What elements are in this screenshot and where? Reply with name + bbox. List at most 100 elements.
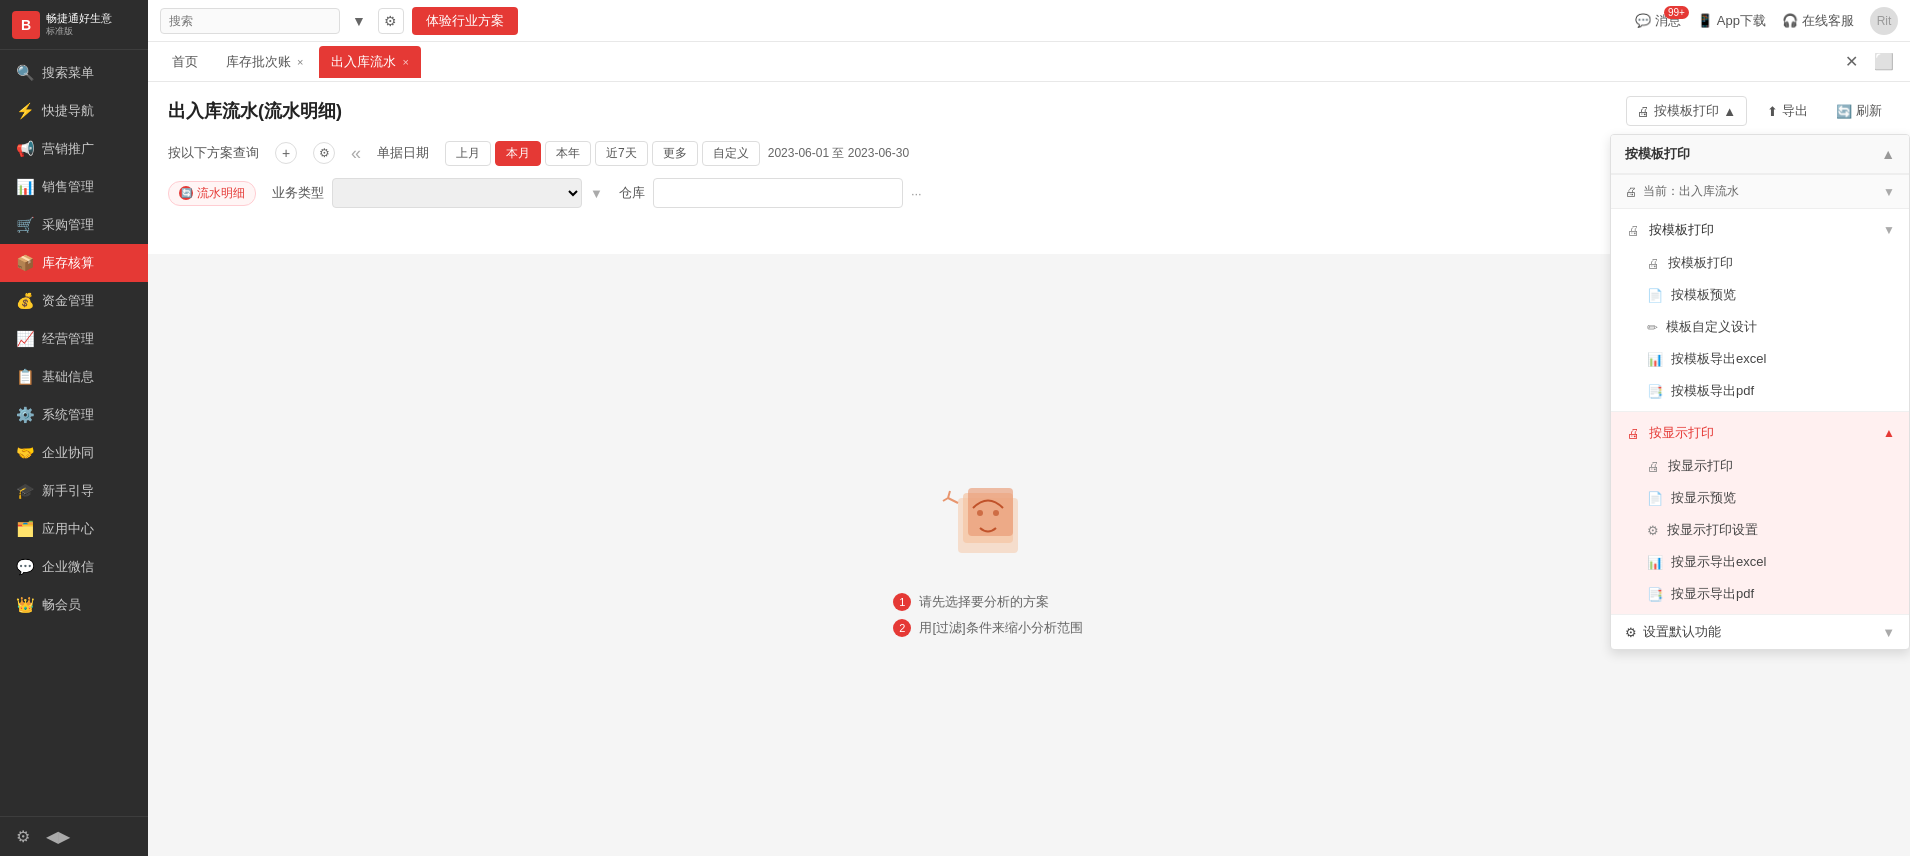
display-excel-sub[interactable]: 📊 按显示导出excel: [1611, 546, 1909, 578]
display-print-label: 按显示打印: [1649, 424, 1714, 442]
dropdown-collapse-btn[interactable]: ▲: [1881, 146, 1895, 162]
sidebar-item-system[interactable]: ⚙️系统管理: [0, 396, 148, 434]
template-pdf-sub[interactable]: 📑 按模板导出pdf: [1611, 375, 1909, 407]
content-area: 出入库流水(流水明细) 🖨 按模板打印 ▲ ⬆ 导出 🔄 刷新: [148, 82, 1910, 856]
date-btn-上月[interactable]: 上月: [445, 141, 491, 166]
tip-number-1: 1: [893, 593, 911, 611]
empty-tip-1: 1 请先选择要分析的方案: [893, 593, 1082, 611]
date-btn-近7天[interactable]: 近7天: [595, 141, 648, 166]
date-btn-更多[interactable]: 更多: [652, 141, 698, 166]
template-custom-sub[interactable]: ✏ 模板自定义设计: [1611, 311, 1909, 343]
sidebar-icon-purchase: 🛒: [16, 216, 34, 234]
print-template-btn[interactable]: 🖨 按模板打印 ▲: [1626, 96, 1747, 126]
date-btn-本年[interactable]: 本年: [545, 141, 591, 166]
warehouse-more-icon[interactable]: ···: [911, 186, 922, 201]
sidebar-item-wechat[interactable]: 💬企业微信: [0, 548, 148, 586]
tab-close-inout-flow[interactable]: ×: [402, 56, 408, 68]
topbar-settings-btn[interactable]: ⚙: [378, 8, 404, 34]
tab-close-batch-account[interactable]: ×: [297, 56, 303, 68]
display-print-settings-sub[interactable]: ⚙ 按显示打印设置: [1611, 514, 1909, 546]
template-excel-label: 按模板导出excel: [1671, 350, 1766, 368]
display-preview-label: 按显示预览: [1671, 489, 1736, 507]
sidebar-item-member[interactable]: 👑 畅会员: [0, 586, 148, 624]
app-logo: B 畅捷通好生意 标准版: [0, 0, 148, 50]
sidebar-item-search[interactable]: 🔍搜索菜单: [0, 54, 148, 92]
tab-inout-flow[interactable]: 出入库流水×: [319, 46, 420, 78]
date-btn-自定义[interactable]: 自定义: [702, 141, 760, 166]
user-avatar[interactable]: Rit: [1870, 7, 1898, 35]
sidebar-item-guide[interactable]: 🎓新手引导: [0, 472, 148, 510]
warehouse-input[interactable]: [653, 178, 903, 208]
sidebar-item-quick-nav[interactable]: ⚡快捷导航: [0, 92, 148, 130]
template-excel-sub[interactable]: 📊 按模板导出excel: [1611, 343, 1909, 375]
sidebar: B 畅捷通好生意 标准版 🔍搜索菜单⚡快捷导航📢营销推广📊销售管理 🛒 采购管理 📦库…: [0, 0, 148, 856]
template-print-arrow: ▼: [1883, 223, 1895, 237]
sidebar-label-purchase: 采购管理: [42, 216, 94, 234]
sidebar-label-enterprise: 企业协同: [42, 444, 94, 462]
dropdown-footer[interactable]: ⚙ 设置默认功能 ▼: [1611, 615, 1909, 649]
collapse-icon[interactable]: ◀▶: [46, 827, 70, 846]
logo-sub: 标准版: [46, 25, 112, 38]
template-print-title: 🖨 按模板打印: [1625, 221, 1714, 239]
tab-home[interactable]: 首页: [160, 46, 210, 78]
filter-collapse-icon[interactable]: «: [351, 143, 361, 164]
trial-btn[interactable]: 体验行业方案: [412, 7, 518, 35]
sidebar-icon-finance: 💰: [16, 292, 34, 310]
footer-arrow: ▼: [1882, 625, 1895, 640]
sidebar-item-sales[interactable]: 📊销售管理: [0, 168, 148, 206]
customer-service-btn[interactable]: 🎧 在线客服: [1782, 12, 1854, 30]
display-print-sub[interactable]: 🖨 按显示打印: [1611, 450, 1909, 482]
warehouse-label: 仓库: [619, 184, 645, 202]
template-preview-sub[interactable]: 📄 按模板预览: [1611, 279, 1909, 311]
maximize-btn[interactable]: ⬜: [1870, 50, 1898, 73]
svg-line-5: [948, 498, 958, 503]
filter-tag[interactable]: 🔄 流水明细: [168, 181, 256, 206]
sidebar-item-operation[interactable]: 📈经营管理: [0, 320, 148, 358]
sidebar-icon-search: 🔍: [16, 64, 34, 82]
sidebar-item-finance[interactable]: 💰资金管理: [0, 282, 148, 320]
display-print-title: 🖨 按显示打印: [1625, 424, 1714, 442]
refresh-btn[interactable]: 🔄 刷新: [1828, 97, 1890, 125]
display-print-sub-label: 按显示打印: [1668, 457, 1733, 475]
notification-btn[interactable]: 💬 消息 99+: [1635, 12, 1681, 30]
template-printer-icon: 🖨: [1625, 222, 1641, 238]
sidebar-icon-guide: 🎓: [16, 482, 34, 500]
empty-illustration: [938, 473, 1038, 573]
sidebar-item-app-center[interactable]: 🗂️应用中心: [0, 510, 148, 548]
business-type-dropdown-icon: ▼: [590, 186, 603, 201]
template-custom-label: 模板自定义设计: [1666, 318, 1757, 336]
display-pdf-sub[interactable]: 📑 按显示导出pdf: [1611, 578, 1909, 610]
sidebar-item-inventory[interactable]: 📦库存核算: [0, 244, 148, 282]
export-btn[interactable]: ⬆ 导出: [1759, 97, 1816, 125]
template-preview-label: 按模板预览: [1671, 286, 1736, 304]
display-print-header[interactable]: 🖨 按显示打印 ▲: [1611, 416, 1909, 450]
app-download-btn[interactable]: 📱 App下载: [1697, 12, 1766, 30]
template-print-sub[interactable]: 🖨 按模板打印: [1611, 247, 1909, 279]
sidebar-label-member: 畅会员: [42, 596, 81, 614]
dropdown-header: 按模板打印 ▲: [1611, 135, 1909, 174]
print-dropdown: 按模板打印 ▲ 🖨 当前：出入库流水 ▼ 🖨 按模板打印 ▼: [1610, 134, 1910, 650]
sidebar-item-purchase[interactable]: 🛒 采购管理: [0, 206, 148, 244]
filter-settings-btn[interactable]: ⚙: [313, 142, 335, 164]
dsub-preview-icon: 📄: [1647, 491, 1663, 506]
sidebar-item-basic[interactable]: 📋基础信息: [0, 358, 148, 396]
business-type-label: 业务类型: [272, 184, 324, 202]
search-input[interactable]: [160, 8, 340, 34]
logo-text: 畅捷通好生意: [46, 11, 112, 25]
template-print-header[interactable]: 🖨 按模板打印 ▼: [1611, 213, 1909, 247]
search-dropdown-btn[interactable]: ▼: [348, 11, 370, 31]
filter-tag-icon: 🔄: [179, 186, 193, 200]
display-preview-sub[interactable]: 📄 按显示预览: [1611, 482, 1909, 514]
close-all-tabs-btn[interactable]: ✕: [1841, 50, 1862, 73]
sidebar-label-wechat: 企业微信: [42, 558, 94, 576]
sidebar-icon-member: 👑: [16, 596, 34, 614]
sidebar-item-marketing[interactable]: 📢营销推广: [0, 130, 148, 168]
date-btn-本月[interactable]: 本月: [495, 141, 541, 166]
business-type-select[interactable]: [332, 178, 582, 208]
sidebar-item-enterprise[interactable]: 🤝企业协同: [0, 434, 148, 472]
page-title: 出入库流水(流水明细): [168, 99, 342, 123]
tab-batch-account[interactable]: 库存批次账×: [214, 46, 315, 78]
settings-icon[interactable]: ⚙: [16, 827, 30, 846]
current-label: 当前：出入库流水: [1643, 183, 1739, 200]
add-filter-btn[interactable]: +: [275, 142, 297, 164]
